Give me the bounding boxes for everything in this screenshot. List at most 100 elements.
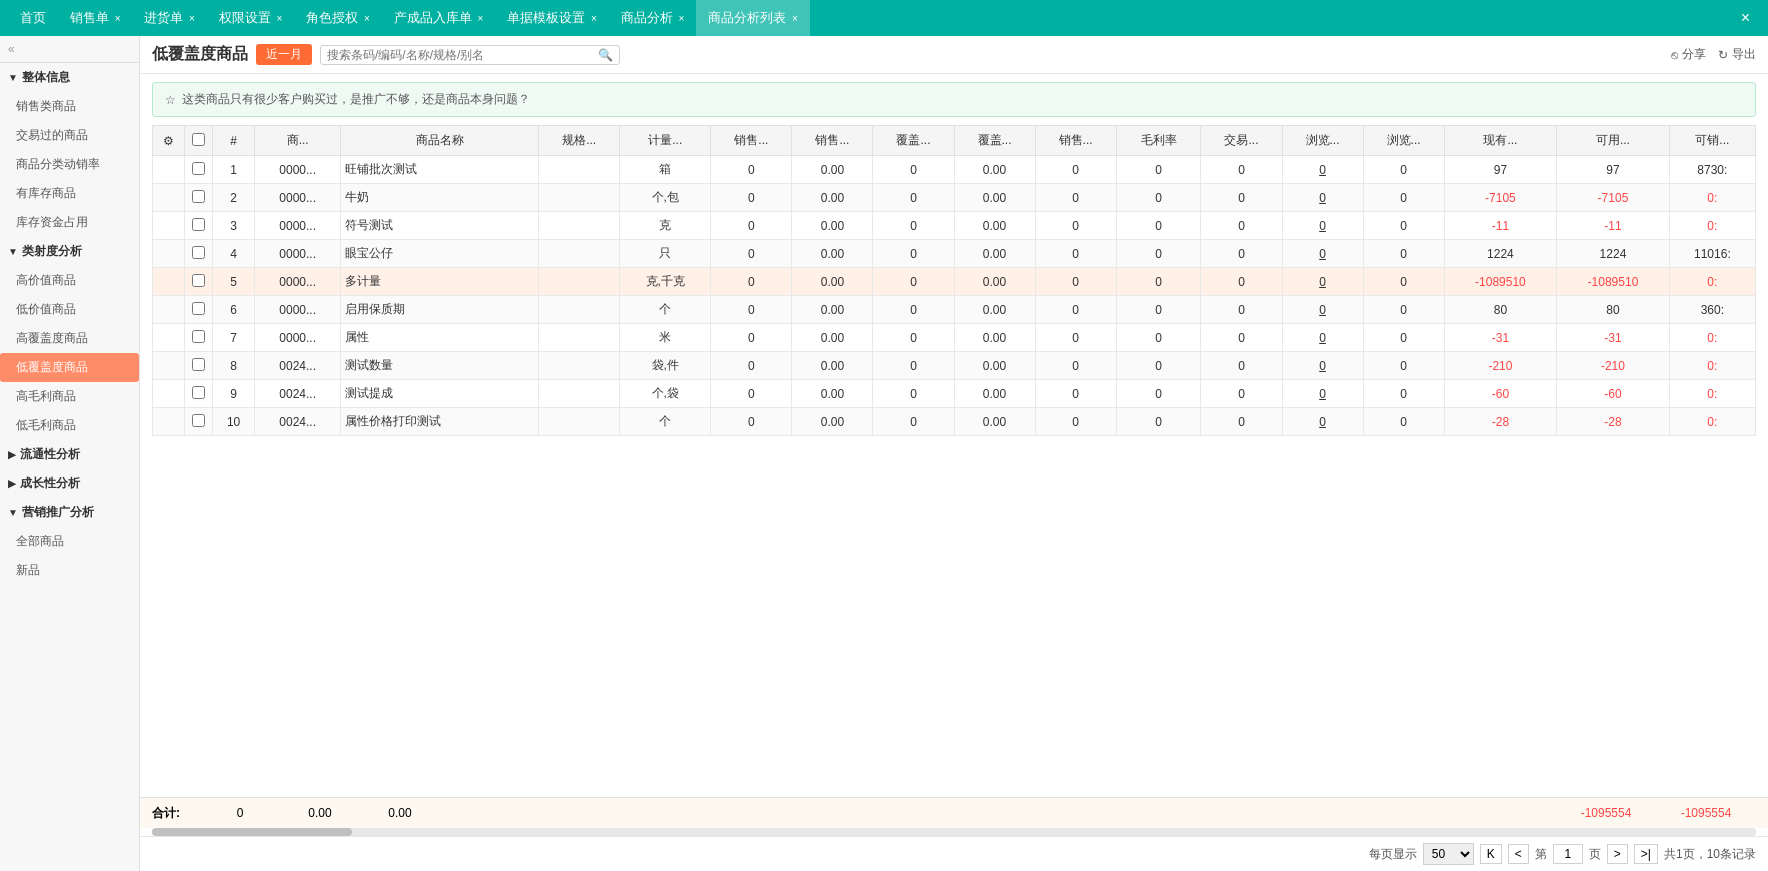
- row-checkbox[interactable]: [185, 352, 213, 380]
- row-checkbox[interactable]: [185, 240, 213, 268]
- sidebar-section-overall[interactable]: ▼ 整体信息: [0, 63, 139, 92]
- row-checkbox[interactable]: [185, 324, 213, 352]
- row-browse1[interactable]: 0: [1282, 408, 1363, 436]
- search-icon[interactable]: 🔍: [598, 48, 613, 62]
- row-browse1[interactable]: 0: [1282, 268, 1363, 296]
- first-page-btn[interactable]: K: [1480, 844, 1502, 864]
- no-col-header[interactable]: #: [213, 126, 255, 156]
- sidebar-item-low-margin[interactable]: 低毛利商品: [0, 411, 139, 440]
- row-browse1[interactable]: 0: [1282, 296, 1363, 324]
- row-select-checkbox[interactable]: [192, 302, 205, 315]
- last-page-btn[interactable]: >|: [1634, 844, 1658, 864]
- nav-template[interactable]: 单据模板设置 ×: [495, 0, 608, 36]
- prev-page-btn[interactable]: <: [1508, 844, 1529, 864]
- sidebar-section-growth[interactable]: ▶ 成长性分析: [0, 469, 139, 498]
- row-browse1[interactable]: 0: [1282, 184, 1363, 212]
- row-select-checkbox[interactable]: [192, 246, 205, 259]
- sidebar-item-all-products[interactable]: 全部商品: [0, 527, 139, 556]
- sidebar-item-stock-capital[interactable]: 库存资金占用: [0, 208, 139, 237]
- nav-permission-close[interactable]: ×: [277, 13, 283, 24]
- sidebar-item-category-rate[interactable]: 商品分类动销率: [0, 150, 139, 179]
- browse2-col-header[interactable]: 浏览...: [1363, 126, 1444, 156]
- current-page-input[interactable]: [1553, 844, 1583, 864]
- next-page-btn[interactable]: >: [1607, 844, 1628, 864]
- sidebar-item-low-coverage[interactable]: 低覆盖度商品: [0, 353, 139, 382]
- row-browse1[interactable]: 0: [1282, 240, 1363, 268]
- row-select-checkbox[interactable]: [192, 330, 205, 343]
- nav-analysis-list-close[interactable]: ×: [792, 13, 798, 24]
- name-col-header[interactable]: 商品名称: [341, 126, 539, 156]
- stock2-col-header[interactable]: 可用...: [1557, 126, 1670, 156]
- sidebar-section-marketing[interactable]: ▼ 营销推广分析: [0, 498, 139, 527]
- sidebar-item-low-value[interactable]: 低价值商品: [0, 295, 139, 324]
- nav-sales[interactable]: 销售单 ×: [58, 0, 132, 36]
- sidebar-section-coverage[interactable]: ▼ 类射度分析: [0, 237, 139, 266]
- stock1-col-header[interactable]: 现有...: [1444, 126, 1557, 156]
- row-checkbox[interactable]: [185, 184, 213, 212]
- row-browse1[interactable]: 0: [1282, 156, 1363, 184]
- code-col-header[interactable]: 商...: [255, 126, 341, 156]
- row-browse1[interactable]: 0: [1282, 352, 1363, 380]
- stock3-col-header[interactable]: 可销...: [1669, 126, 1755, 156]
- nav-role-close[interactable]: ×: [364, 13, 370, 24]
- sidebar-item-stocked-products[interactable]: 有库存商品: [0, 179, 139, 208]
- collapse-btn[interactable]: «: [8, 42, 15, 56]
- nav-purchase-close[interactable]: ×: [189, 13, 195, 24]
- search-input[interactable]: [327, 48, 598, 62]
- row-select-checkbox[interactable]: [192, 218, 205, 231]
- nav-role[interactable]: 角色授权 ×: [294, 0, 381, 36]
- row-browse1[interactable]: 0: [1282, 324, 1363, 352]
- nav-sales-close[interactable]: ×: [115, 13, 121, 24]
- sidebar-item-high-margin[interactable]: 高毛利商品: [0, 382, 139, 411]
- row-select-checkbox[interactable]: [192, 386, 205, 399]
- checkbox-col-header[interactable]: [185, 126, 213, 156]
- row-select-checkbox[interactable]: [192, 358, 205, 371]
- row-browse1[interactable]: 0: [1282, 212, 1363, 240]
- trade-col-header[interactable]: 交易...: [1201, 126, 1282, 156]
- share-button[interactable]: ⎋ 分享: [1671, 46, 1706, 63]
- row-select-checkbox[interactable]: [192, 414, 205, 427]
- nav-permission[interactable]: 权限设置 ×: [207, 0, 294, 36]
- row-select-checkbox[interactable]: [192, 190, 205, 203]
- sidebar-section-circulation[interactable]: ▶ 流通性分析: [0, 440, 139, 469]
- row-checkbox[interactable]: [185, 408, 213, 436]
- row-select-checkbox[interactable]: [192, 162, 205, 175]
- row-browse1[interactable]: 0: [1282, 380, 1363, 408]
- select-all-checkbox[interactable]: [192, 133, 205, 146]
- sidebar-item-new-products[interactable]: 新品: [0, 556, 139, 585]
- window-close-button[interactable]: ×: [1731, 9, 1760, 27]
- sidebar-item-high-value[interactable]: 高价值商品: [0, 266, 139, 295]
- sidebar-item-sales-products[interactable]: 销售类商品: [0, 92, 139, 121]
- nav-analysis-close[interactable]: ×: [678, 13, 684, 24]
- export-button[interactable]: ↻ 导出: [1718, 46, 1756, 63]
- spec-col-header[interactable]: 规格...: [539, 126, 620, 156]
- time-filter-button[interactable]: 近一月: [256, 44, 312, 65]
- nav-template-close[interactable]: ×: [591, 13, 597, 24]
- sales2-col-header[interactable]: 销售...: [792, 126, 873, 156]
- cover2-col-header[interactable]: 覆盖...: [954, 126, 1035, 156]
- row-checkbox[interactable]: [185, 156, 213, 184]
- scrollbar-thumb[interactable]: [152, 828, 352, 836]
- sidebar-item-traded-products[interactable]: 交易过的商品: [0, 121, 139, 150]
- browse1-col-header[interactable]: 浏览...: [1282, 126, 1363, 156]
- nav-home[interactable]: 首页: [8, 0, 58, 36]
- sidebar-item-high-coverage[interactable]: 高覆盖度商品: [0, 324, 139, 353]
- sales3-col-header[interactable]: 销售...: [1035, 126, 1116, 156]
- settings-col-header[interactable]: ⚙: [153, 126, 185, 156]
- nav-product-in[interactable]: 产成品入库单 ×: [382, 0, 495, 36]
- horizontal-scrollbar[interactable]: [152, 828, 1756, 836]
- page-size-select[interactable]: 50 100 200: [1423, 843, 1474, 865]
- cover1-col-header[interactable]: 覆盖...: [873, 126, 954, 156]
- row-checkbox[interactable]: [185, 380, 213, 408]
- nav-product-analysis-list[interactable]: 商品分析列表 ×: [696, 0, 809, 36]
- row-checkbox[interactable]: [185, 296, 213, 324]
- row-select-checkbox[interactable]: [192, 274, 205, 287]
- profit-col-header[interactable]: 毛利率: [1116, 126, 1201, 156]
- row-checkbox[interactable]: [185, 268, 213, 296]
- nav-product-analysis[interactable]: 商品分析 ×: [609, 0, 696, 36]
- row-checkbox[interactable]: [185, 212, 213, 240]
- nav-purchase[interactable]: 进货单 ×: [132, 0, 206, 36]
- nav-product-close[interactable]: ×: [478, 13, 484, 24]
- unit-col-header[interactable]: 计量...: [620, 126, 711, 156]
- sales1-col-header[interactable]: 销售...: [711, 126, 792, 156]
